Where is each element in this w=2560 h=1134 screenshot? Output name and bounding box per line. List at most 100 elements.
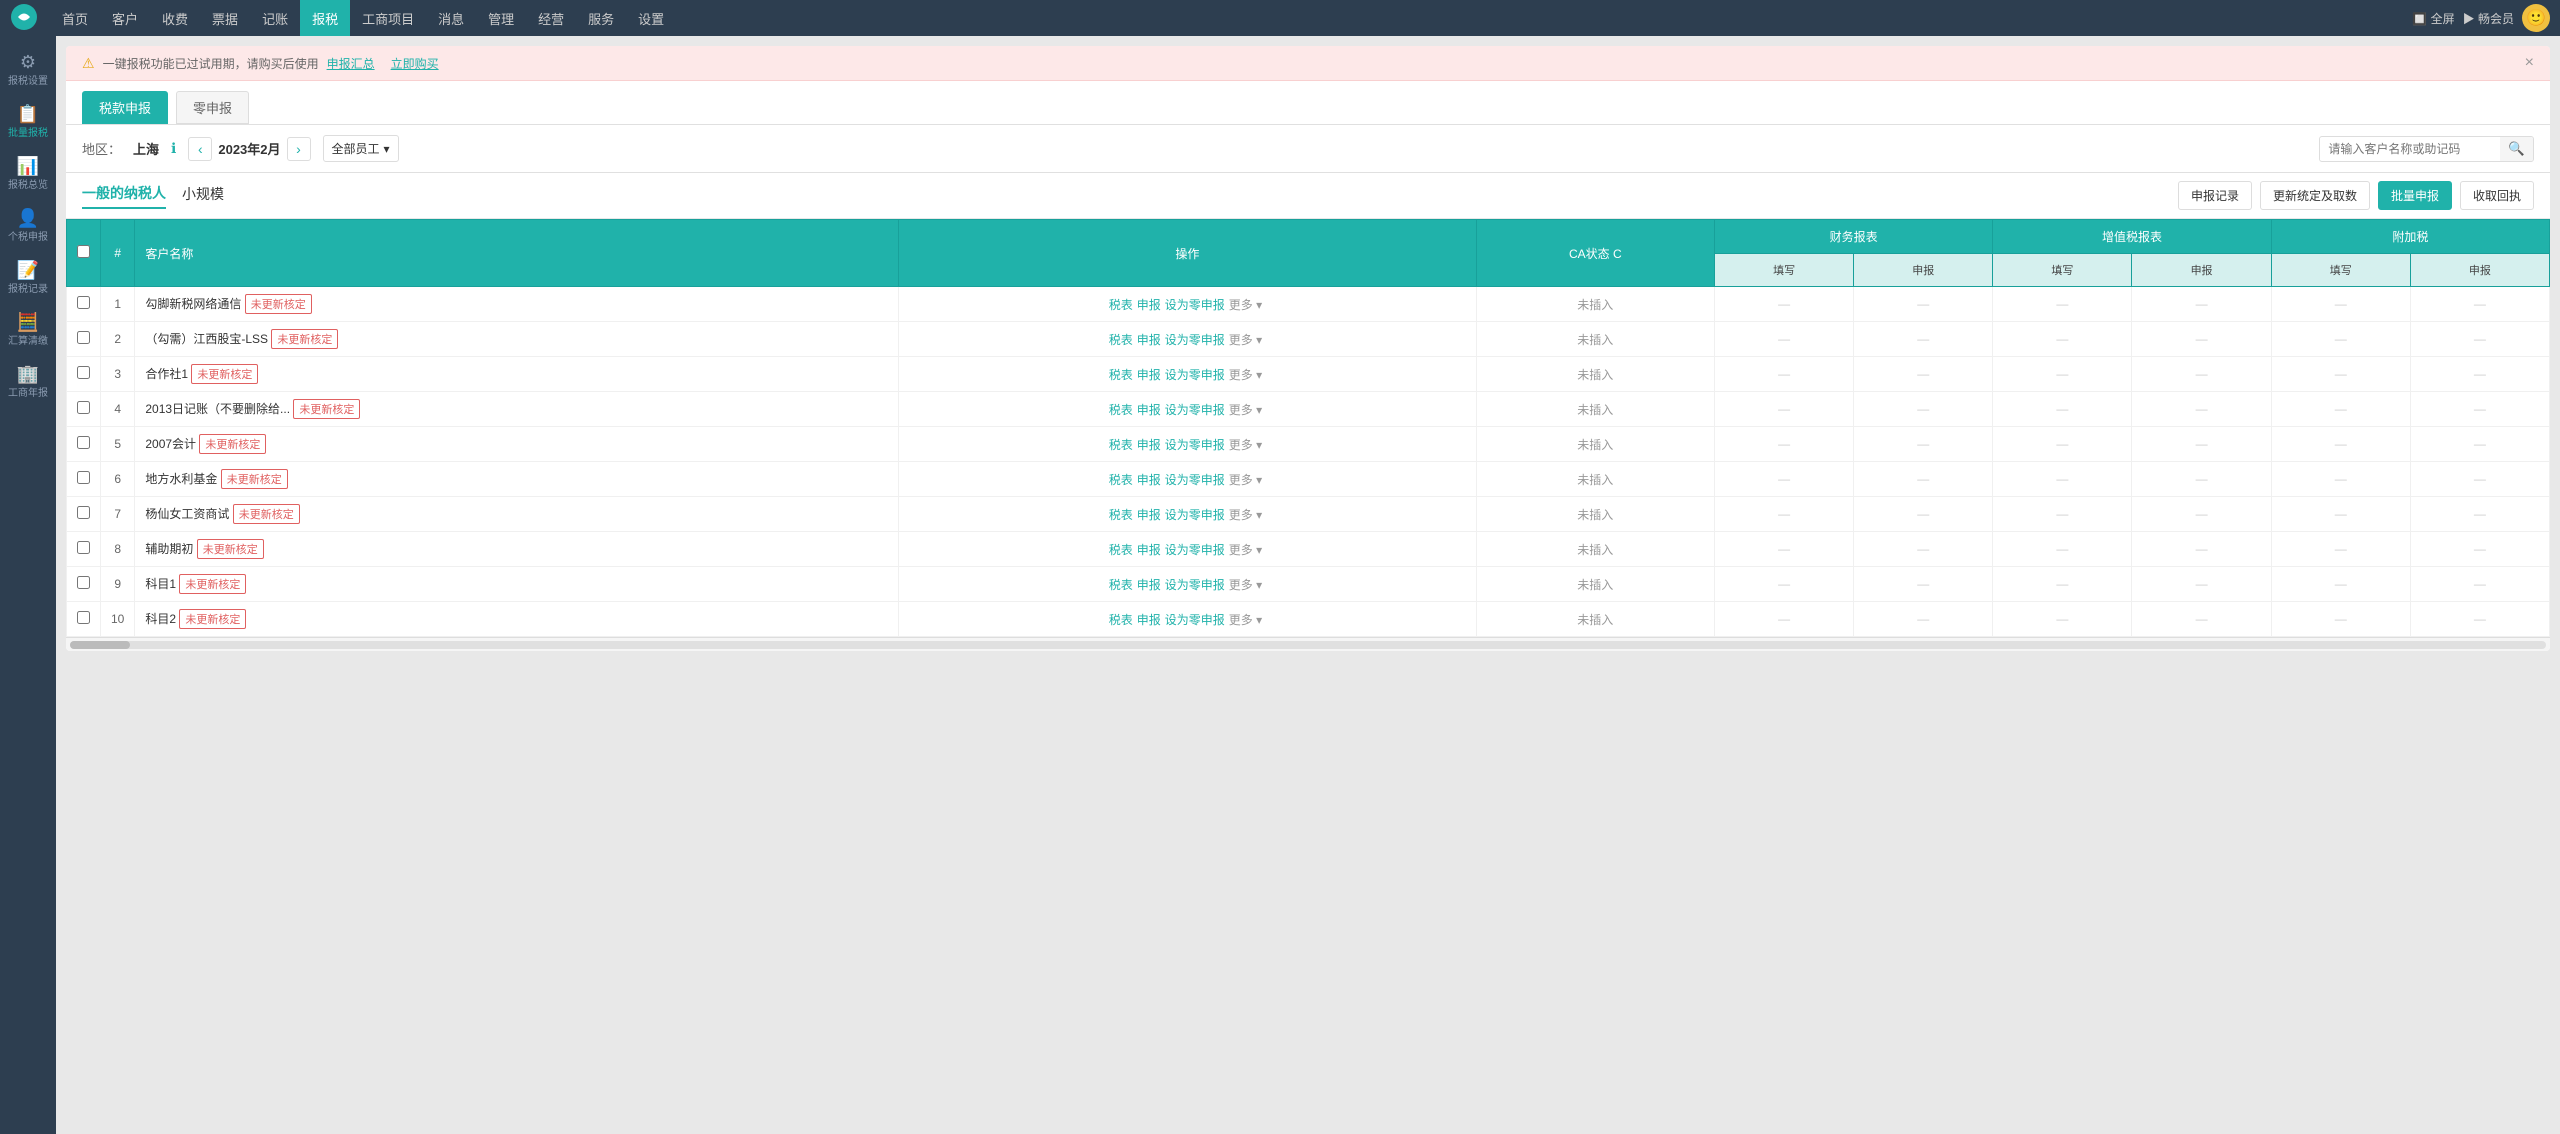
nav-manage[interactable]: 管理	[476, 0, 526, 36]
search-button[interactable]: 🔍	[2500, 137, 2533, 161]
op-设为零申报[interactable]: 设为零申报	[1165, 298, 1225, 312]
op-申报[interactable]: 申报	[1137, 403, 1161, 417]
op-更多[interactable]: 更多 ▾	[1229, 438, 1262, 452]
subtab-general-taxpayer[interactable]: 一般的纳税人	[82, 183, 166, 209]
sidebar-item-tax-records[interactable]: 📝 报税记录	[0, 252, 56, 304]
op-申报[interactable]: 申报	[1137, 508, 1161, 522]
op-更多[interactable]: 更多 ▾	[1229, 403, 1262, 417]
row-checkbox[interactable]	[77, 541, 90, 554]
op-更多[interactable]: 更多 ▾	[1229, 333, 1262, 347]
op-设为零申报[interactable]: 设为零申报	[1165, 333, 1225, 347]
batch-declare-button[interactable]: 批量申报	[2378, 181, 2452, 210]
op-更多[interactable]: 更多 ▾	[1229, 543, 1262, 557]
op-更多[interactable]: 更多 ▾	[1229, 298, 1262, 312]
op-设为零申报[interactable]: 设为零申报	[1165, 473, 1225, 487]
op-设为零申报[interactable]: 设为零申报	[1165, 508, 1225, 522]
op-税表[interactable]: 税表	[1109, 438, 1133, 452]
client-name[interactable]: 合作社1	[145, 367, 188, 381]
sidebar-item-business-report[interactable]: 🏢 工商年报	[0, 356, 56, 408]
user-avatar[interactable]: 🙂	[2522, 4, 2550, 32]
nav-accounting[interactable]: 记账	[250, 0, 300, 36]
row-checkbox[interactable]	[77, 471, 90, 484]
op-申报[interactable]: 申报	[1137, 438, 1161, 452]
prev-month-button[interactable]: ‹	[188, 137, 212, 161]
client-name[interactable]: 辅助期初	[145, 542, 193, 556]
op-税表[interactable]: 税表	[1109, 508, 1133, 522]
op-税表[interactable]: 税表	[1109, 403, 1133, 417]
client-name[interactable]: 2013日记账（不要删除给...	[145, 402, 290, 416]
op-更多[interactable]: 更多 ▾	[1229, 613, 1262, 627]
row-checkbox[interactable]	[77, 611, 90, 624]
nav-tax[interactable]: 报税	[300, 0, 350, 36]
app-logo[interactable]	[10, 3, 40, 33]
nav-invoice[interactable]: 票据	[200, 0, 250, 36]
client-name[interactable]: 地方水利基金	[145, 472, 217, 486]
client-name[interactable]: 2007会计	[145, 437, 196, 451]
horizontal-scrollbar[interactable]	[66, 637, 2550, 651]
op-税表[interactable]: 税表	[1109, 473, 1133, 487]
update-stats-button[interactable]: 更新统定及取数	[2260, 181, 2370, 210]
row-checkbox[interactable]	[77, 331, 90, 344]
op-税表[interactable]: 税表	[1109, 298, 1133, 312]
collect-receipt-button[interactable]: 收取回执	[2460, 181, 2534, 210]
upgrade-button[interactable]: ▶ 畅会员	[2463, 10, 2514, 27]
op-税表[interactable]: 税表	[1109, 368, 1133, 382]
declaration-records-button[interactable]: 申报记录	[2178, 181, 2252, 210]
scroll-thumb[interactable]	[70, 641, 130, 649]
op-更多[interactable]: 更多 ▾	[1229, 578, 1262, 592]
nav-messages[interactable]: 消息	[426, 0, 476, 36]
sidebar-item-batch-tax[interactable]: 📋 批量报税	[0, 96, 56, 148]
subtab-small-scale[interactable]: 小规模	[182, 184, 224, 208]
sidebar-item-tax-overview[interactable]: 📊 报税总览	[0, 148, 56, 200]
op-税表[interactable]: 税表	[1109, 578, 1133, 592]
op-申报[interactable]: 申报	[1137, 333, 1161, 347]
op-申报[interactable]: 申报	[1137, 368, 1161, 382]
op-设为零申报[interactable]: 设为零申报	[1165, 578, 1225, 592]
row-checkbox[interactable]	[77, 401, 90, 414]
op-更多[interactable]: 更多 ▾	[1229, 473, 1262, 487]
op-设为零申报[interactable]: 设为零申报	[1165, 613, 1225, 627]
op-设为零申报[interactable]: 设为零申报	[1165, 438, 1225, 452]
op-设为零申报[interactable]: 设为零申报	[1165, 543, 1225, 557]
nav-service[interactable]: 服务	[576, 0, 626, 36]
fullscreen-button[interactable]: 🔲 全屏	[2412, 10, 2454, 27]
client-name[interactable]: 杨仙女工资商试	[145, 507, 229, 521]
op-申报[interactable]: 申报	[1137, 578, 1161, 592]
op-税表[interactable]: 税表	[1109, 613, 1133, 627]
op-申报[interactable]: 申报	[1137, 298, 1161, 312]
nav-home[interactable]: 首页	[50, 0, 100, 36]
alert-link-summary[interactable]: 申报汇总	[327, 55, 375, 72]
search-input[interactable]	[2320, 138, 2500, 160]
alert-link-buy[interactable]: 立即购买	[391, 55, 439, 72]
op-设为零申报[interactable]: 设为零申报	[1165, 368, 1225, 382]
op-设为零申报[interactable]: 设为零申报	[1165, 403, 1225, 417]
op-申报[interactable]: 申报	[1137, 613, 1161, 627]
staff-select[interactable]: 全部员工 ▾	[323, 135, 399, 162]
nav-client[interactable]: 客户	[100, 0, 150, 36]
op-申报[interactable]: 申报	[1137, 543, 1161, 557]
op-税表[interactable]: 税表	[1109, 333, 1133, 347]
client-name[interactable]: （勾需）江西股宝-LSS	[145, 332, 268, 346]
row-checkbox[interactable]	[77, 436, 90, 449]
client-name[interactable]: 科目2	[145, 612, 176, 626]
alert-close-button[interactable]: ×	[2525, 54, 2534, 72]
next-month-button[interactable]: ›	[287, 137, 311, 161]
sidebar-item-tax-settings[interactable]: ⚙ 报税设置	[0, 44, 56, 96]
row-checkbox[interactable]	[77, 506, 90, 519]
sidebar-item-personal-tax[interactable]: 👤 个税申报	[0, 200, 56, 252]
sidebar-item-calc-clear[interactable]: 🧮 汇算清缴	[0, 304, 56, 356]
op-申报[interactable]: 申报	[1137, 473, 1161, 487]
op-更多[interactable]: 更多 ▾	[1229, 368, 1262, 382]
row-checkbox[interactable]	[77, 296, 90, 309]
row-checkbox[interactable]	[77, 576, 90, 589]
client-name[interactable]: 科目1	[145, 577, 176, 591]
row-checkbox[interactable]	[77, 366, 90, 379]
nav-business[interactable]: 工商项目	[350, 0, 426, 36]
select-all-checkbox[interactable]	[77, 245, 90, 258]
nav-settings[interactable]: 设置	[626, 0, 676, 36]
info-icon[interactable]: ℹ	[171, 140, 176, 157]
op-更多[interactable]: 更多 ▾	[1229, 508, 1262, 522]
client-name[interactable]: 勾脚新税网络通信	[145, 297, 241, 311]
nav-operation[interactable]: 经营	[526, 0, 576, 36]
tab-tax-declaration[interactable]: 税款申报	[82, 91, 168, 124]
